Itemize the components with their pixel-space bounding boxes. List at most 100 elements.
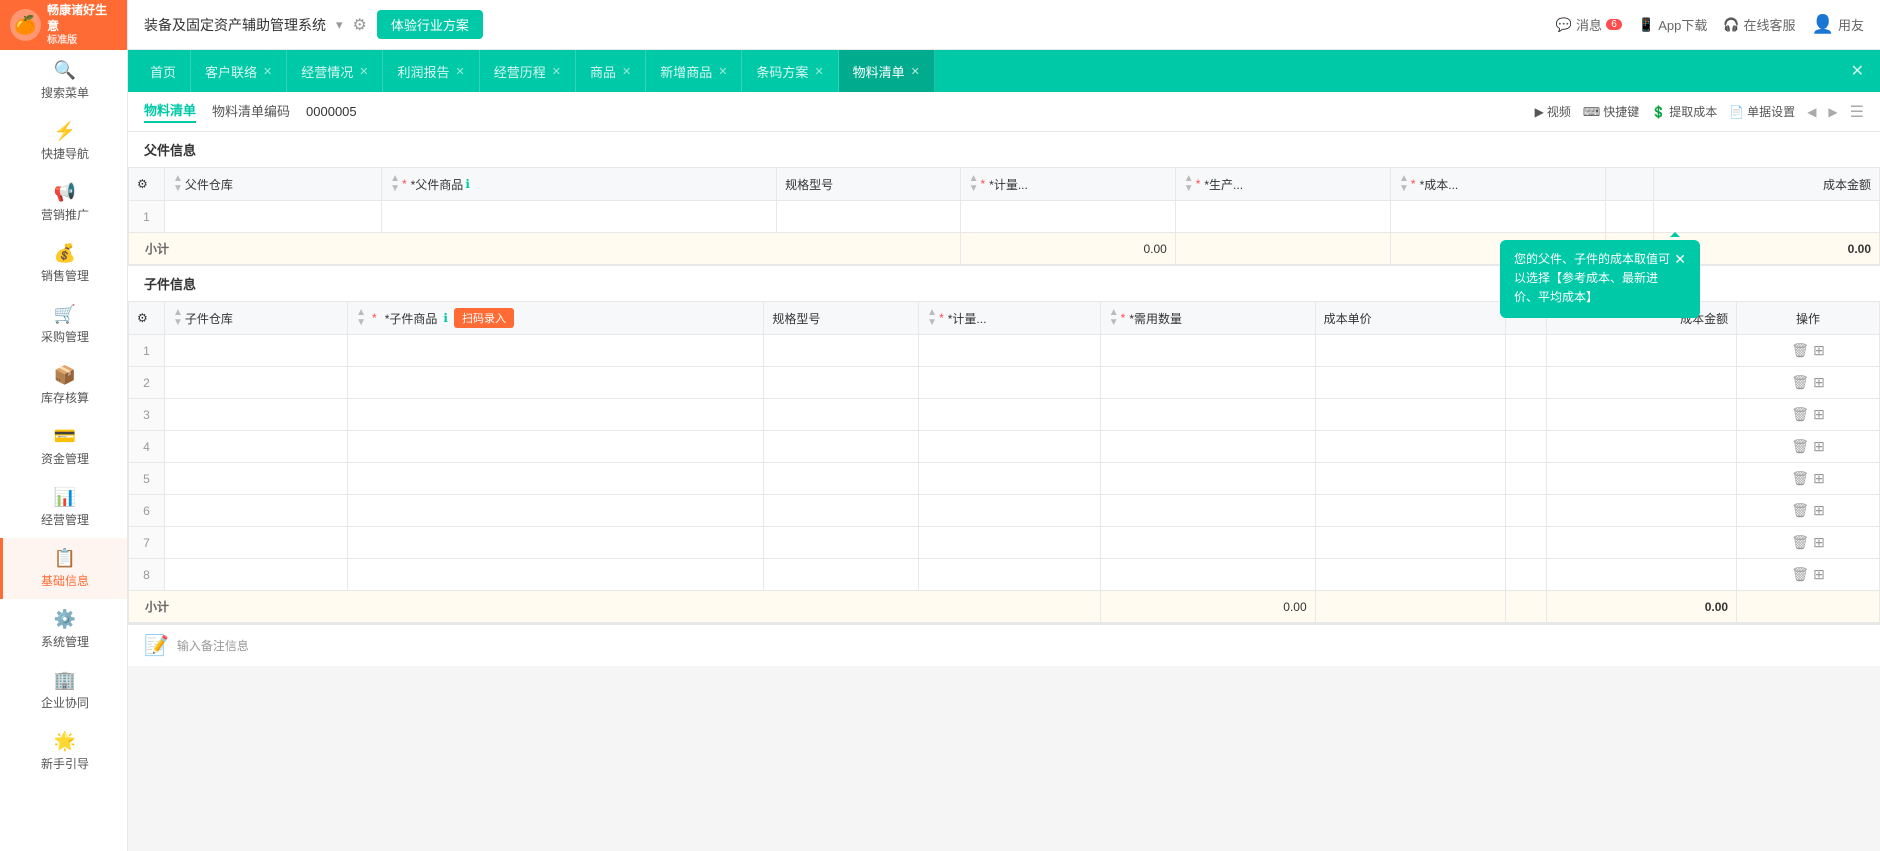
child-unit-cost-1[interactable] [1315, 335, 1505, 367]
delete-icon-7[interactable]: 🗑 [1791, 534, 1809, 551]
close-tab-barcode[interactable]: ✕ [814, 65, 823, 78]
child-qty-1[interactable] [1100, 335, 1315, 367]
sidebar-item-enterprise[interactable]: 🏢 企业协同 [0, 660, 127, 721]
sidebar-item-inventory[interactable]: 📦 库存核算 [0, 355, 127, 416]
child-product-2[interactable] [348, 367, 764, 399]
close-all-icon[interactable]: ✕ [1843, 61, 1872, 81]
parent-production-1[interactable] [1175, 201, 1390, 233]
th-child-gear[interactable]: ⚙ [129, 302, 165, 335]
child-qty-2[interactable] [1100, 367, 1315, 399]
parent-spec-1[interactable] [777, 201, 960, 233]
child-unit-2[interactable] [919, 367, 1101, 399]
sidebar: 🍊 畅康诸好生意 标准版 🔍 搜索菜单 ⚡ 快捷导航 📢 营销推广 💰 销售管理… [0, 0, 128, 851]
sidebar-item-operations[interactable]: 📊 经营管理 [0, 477, 127, 538]
online-service-item[interactable]: 🎧 在线客服 [1723, 15, 1795, 34]
tab-add-goods[interactable]: 新增商品 ✕ [646, 50, 742, 92]
tab-profit[interactable]: 利润报告 ✕ [383, 50, 479, 92]
delete-icon-8[interactable]: 🗑 [1791, 566, 1809, 583]
app-download-item[interactable]: 📱 App下载 [1638, 15, 1707, 34]
th-parent-gear[interactable]: ⚙ [129, 168, 165, 201]
sidebar-item-system[interactable]: ⚙️ 系统管理 [0, 599, 127, 660]
child-spec-1[interactable] [764, 335, 919, 367]
child-row-6: 6 🗑 ⊞ [129, 495, 1880, 527]
delete-icon-6[interactable]: 🗑 [1791, 502, 1809, 519]
tab-customer[interactable]: 客户联络 ✕ [191, 50, 287, 92]
close-tab-goods[interactable]: ✕ [622, 65, 631, 78]
doc-icon: 📄 [1729, 105, 1744, 119]
child-row-7: 7 🗑 ⊞ [129, 527, 1880, 559]
tab-bom[interactable]: 物料清单 ✕ [839, 50, 935, 92]
close-tab-history[interactable]: ✕ [552, 65, 561, 78]
delete-icon-2[interactable]: 🗑 [1791, 374, 1809, 391]
copy-icon-5[interactable]: ⊞ [1813, 470, 1825, 487]
parent-amount-1 [1654, 201, 1880, 233]
user-item[interactable]: 👤 用友 [1812, 14, 1864, 35]
delete-icon-1[interactable]: 🗑 [1791, 342, 1809, 359]
delete-icon-4[interactable]: 🗑 [1791, 438, 1809, 455]
shortcut-action[interactable]: ⌨ 快捷键 [1583, 103, 1639, 120]
th-child-action: 操作 [1737, 302, 1880, 335]
child-amount-1 [1546, 335, 1736, 367]
copy-icon-1[interactable]: ⊞ [1813, 342, 1825, 359]
close-tab-add-goods[interactable]: ✕ [718, 65, 727, 78]
nav-prev-icon[interactable]: ◀ [1807, 105, 1816, 119]
tooltip-close-icon[interactable]: ✕ [1674, 248, 1686, 270]
nav-next-icon[interactable]: ▶ [1828, 105, 1837, 119]
child-unit-cost-2[interactable] [1315, 367, 1505, 399]
sidebar-item-basic-info[interactable]: 📋 基础信息 [0, 538, 127, 599]
trial-btn[interactable]: 体验行业方案 [377, 10, 483, 39]
parent-unit-1[interactable] [960, 201, 1175, 233]
child-spec-2[interactable] [764, 367, 919, 399]
copy-icon-8[interactable]: ⊞ [1813, 566, 1825, 583]
note-placeholder[interactable]: 输入备注信息 [177, 637, 249, 654]
list-view-icon[interactable]: ☰ [1850, 102, 1864, 122]
sidebar-item-quick-nav[interactable]: ⚡ 快捷导航 [0, 111, 127, 172]
parent-cost-1[interactable] [1391, 201, 1606, 233]
copy-icon-7[interactable]: ⊞ [1813, 534, 1825, 551]
close-tab-bom[interactable]: ✕ [911, 65, 920, 78]
copy-icon-4[interactable]: ⊞ [1813, 438, 1825, 455]
child-row-4: 4 🗑 ⊞ [129, 431, 1880, 463]
settings-icon[interactable]: ⚙ [353, 15, 367, 35]
copy-icon-2[interactable]: ⊞ [1813, 374, 1825, 391]
delete-icon-3[interactable]: 🗑 [1791, 406, 1809, 423]
sub-header-left: 物料清单 物料清单编码 0000005 [144, 100, 357, 123]
sidebar-item-marketing[interactable]: 📢 营销推广 [0, 172, 127, 233]
topbar-left: 装备及固定资产辅助管理系统 ▾ ⚙ 体验行业方案 [144, 10, 483, 39]
sidebar-item-purchase[interactable]: 🛒 采购管理 [0, 294, 127, 355]
tab-goods[interactable]: 商品 ✕ [576, 50, 646, 92]
th-parent-cost: ▲▼ **成本... [1391, 168, 1606, 201]
tab-history[interactable]: 经营历程 ✕ [480, 50, 576, 92]
close-tab-profit[interactable]: ✕ [456, 65, 465, 78]
parent-product-1[interactable] [382, 201, 777, 233]
extract-cost-action[interactable]: 💲 提取成本 [1651, 103, 1717, 120]
close-tab-customer[interactable]: ✕ [263, 65, 272, 78]
doc-settings-action[interactable]: 📄 单据设置 [1729, 103, 1795, 120]
dropdown-icon[interactable]: ▾ [336, 17, 343, 33]
copy-icon-6[interactable]: ⊞ [1813, 502, 1825, 519]
th-child-warehouse: ▲▼ 子件仓库 [165, 302, 348, 335]
tab-operations[interactable]: 经营情况 ✕ [287, 50, 383, 92]
copy-icon-3[interactable]: ⊞ [1813, 406, 1825, 423]
sidebar-item-guide[interactable]: 🌟 新手引导 [0, 721, 127, 782]
sidebar-item-search[interactable]: 🔍 搜索菜单 [0, 50, 127, 111]
delete-icon-5[interactable]: 🗑 [1791, 470, 1809, 487]
sub-tab-bom[interactable]: 物料清单 [144, 100, 196, 123]
megaphone-icon: 📢 [54, 182, 76, 203]
child-warehouse-1[interactable] [165, 335, 348, 367]
th-child-spec: 规格型号 [764, 302, 919, 335]
child-unit-1[interactable] [919, 335, 1101, 367]
tab-home[interactable]: 首页 [136, 50, 191, 92]
close-tab-operations[interactable]: ✕ [359, 65, 368, 78]
message-item[interactable]: 💬 消息 6 [1556, 15, 1622, 34]
doc-number: 0000005 [306, 104, 357, 119]
scan-btn[interactable]: 扫码录入 [454, 308, 514, 328]
child-product-1[interactable] [348, 335, 764, 367]
tab-barcode[interactable]: 条码方案 ✕ [742, 50, 838, 92]
parent-warehouse-1[interactable] [165, 201, 382, 233]
sidebar-item-sales[interactable]: 💰 销售管理 [0, 233, 127, 294]
child-warehouse-2[interactable] [165, 367, 348, 399]
main-area: 装备及固定资产辅助管理系统 ▾ ⚙ 体验行业方案 💬 消息 6 📱 App下载 … [128, 0, 1880, 851]
sidebar-item-finance[interactable]: 💳 资金管理 [0, 416, 127, 477]
video-action[interactable]: ▶ 视频 [1535, 103, 1571, 120]
